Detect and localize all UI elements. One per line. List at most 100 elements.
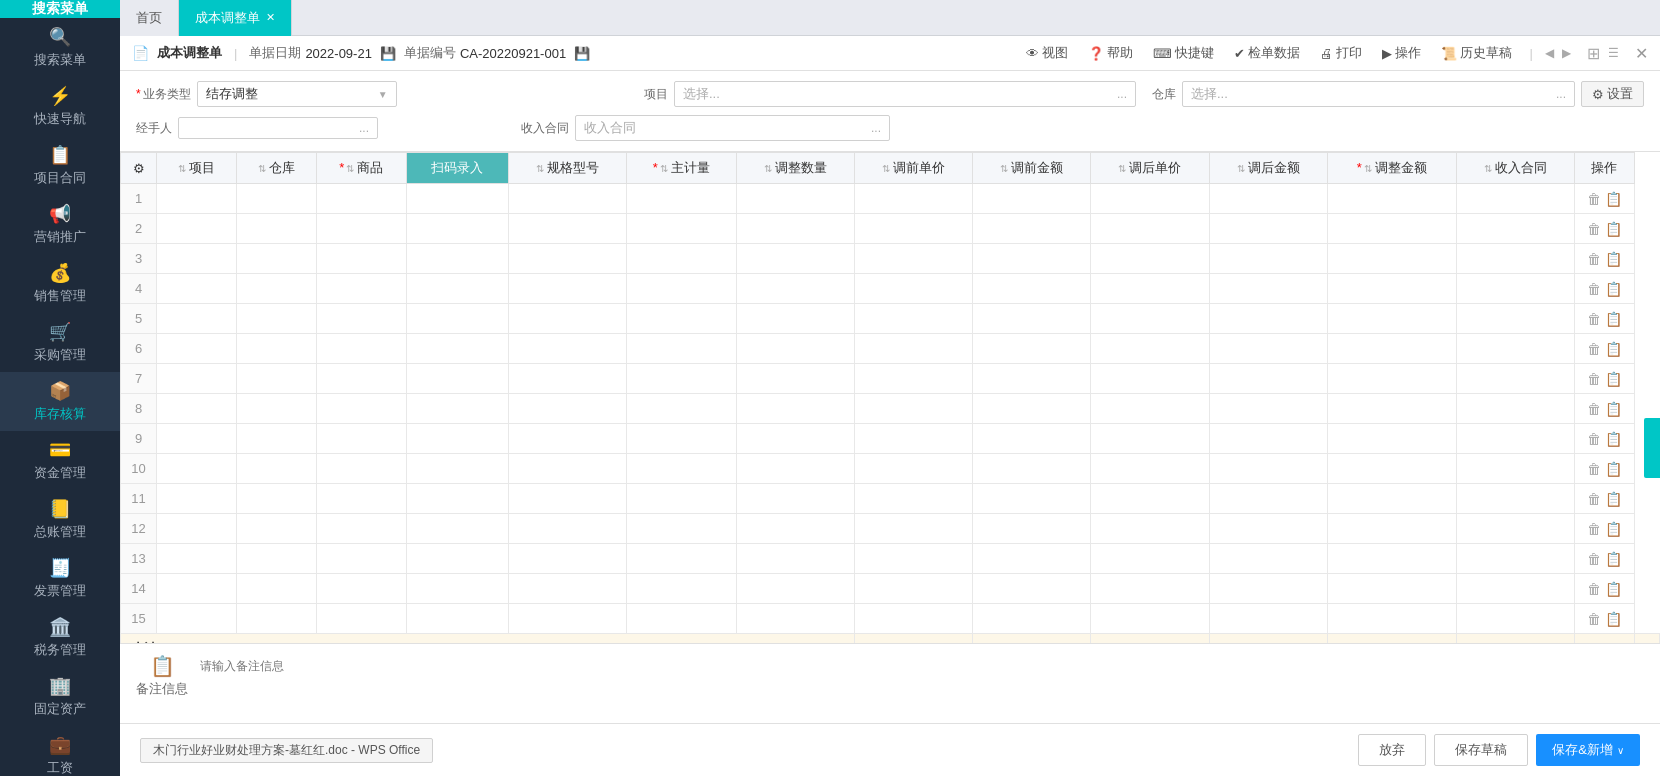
sidebar-item-project[interactable]: 📋 项目合同 <box>0 136 120 195</box>
settings-btn[interactable]: ⚙ 设置 <box>1581 81 1644 107</box>
cell-after-price[interactable] <box>1091 454 1209 484</box>
cell-adj-amount[interactable] <box>1327 334 1456 364</box>
cell-scan[interactable] <box>406 544 508 574</box>
cell-after-amount[interactable] <box>1209 364 1327 394</box>
cell-after-amount[interactable] <box>1209 184 1327 214</box>
sidebar-item-tax[interactable]: 🏛️ 税务管理 <box>0 608 120 667</box>
cell-after-amount[interactable] <box>1209 244 1327 274</box>
cell-scan[interactable] <box>406 454 508 484</box>
cell-income-contract[interactable] <box>1456 184 1574 214</box>
cell-prev-amount[interactable] <box>973 604 1091 634</box>
cell-adj-qty[interactable] <box>736 274 854 304</box>
cell-project[interactable] <box>157 604 237 634</box>
delete-icon[interactable]: 🗑 <box>1587 431 1601 447</box>
delete-icon[interactable]: 🗑 <box>1587 491 1601 507</box>
cell-income-contract[interactable] <box>1456 574 1574 604</box>
cell-adj-qty[interactable] <box>736 604 854 634</box>
list-view-btn[interactable]: ☰ <box>1608 46 1619 60</box>
cell-income-contract[interactable] <box>1456 334 1574 364</box>
cell-prev-price[interactable] <box>854 364 972 394</box>
table-row[interactable]: 11🗑📋 <box>121 484 1660 514</box>
cell-adj-amount[interactable] <box>1327 454 1456 484</box>
cell-unit[interactable] <box>627 454 736 484</box>
cell-income-contract[interactable] <box>1456 274 1574 304</box>
cell-after-amount[interactable] <box>1209 274 1327 304</box>
cell-prev-amount[interactable] <box>973 424 1091 454</box>
cell-scan[interactable] <box>406 394 508 424</box>
cell-spec[interactable] <box>508 394 626 424</box>
cell-prev-amount[interactable] <box>973 244 1091 274</box>
cell-after-price[interactable] <box>1091 334 1209 364</box>
cell-prev-price[interactable] <box>854 454 972 484</box>
copy-icon[interactable]: 📋 <box>1605 581 1622 597</box>
cell-prev-price[interactable] <box>854 184 972 214</box>
cell-product[interactable] <box>316 274 406 304</box>
sidebar-item-finance[interactable]: 💳 资金管理 <box>0 431 120 490</box>
cell-income-contract[interactable] <box>1456 424 1574 454</box>
cell-prev-price[interactable] <box>854 514 972 544</box>
cell-income-contract[interactable] <box>1456 484 1574 514</box>
cell-adj-amount[interactable] <box>1327 544 1456 574</box>
cell-product[interactable] <box>316 604 406 634</box>
cell-unit[interactable] <box>627 214 736 244</box>
table-row[interactable]: 2🗑📋 <box>121 214 1660 244</box>
help-btn[interactable]: ❓ 帮助 <box>1082 42 1139 64</box>
cell-warehouse[interactable] <box>236 544 316 574</box>
cell-after-price[interactable] <box>1091 574 1209 604</box>
cell-prev-price[interactable] <box>854 484 972 514</box>
delete-icon[interactable]: 🗑 <box>1587 191 1601 207</box>
table-row[interactable]: 4🗑📋 <box>121 274 1660 304</box>
cell-after-price[interactable] <box>1091 514 1209 544</box>
cell-warehouse[interactable] <box>236 394 316 424</box>
cell-product[interactable] <box>316 184 406 214</box>
delete-icon[interactable]: 🗑 <box>1587 281 1601 297</box>
tab-cost-adjust[interactable]: 成本调整单 ✕ <box>179 0 292 36</box>
taskbar-item[interactable]: 木门行业好业财处理方案-墓红红.doc - WPS Office <box>140 738 433 763</box>
cell-spec[interactable] <box>508 274 626 304</box>
cell-prev-amount[interactable] <box>973 394 1091 424</box>
cell-product[interactable] <box>316 214 406 244</box>
cell-income-contract[interactable] <box>1456 244 1574 274</box>
sidebar-logo[interactable]: 搜索菜单 <box>0 0 120 18</box>
cell-scan[interactable] <box>406 184 508 214</box>
delete-icon[interactable]: 🗑 <box>1587 251 1601 267</box>
cell-after-price[interactable] <box>1091 304 1209 334</box>
table-row[interactable]: 8🗑📋 <box>121 394 1660 424</box>
cell-spec[interactable] <box>508 424 626 454</box>
cell-income-contract[interactable] <box>1456 454 1574 484</box>
cell-unit[interactable] <box>627 244 736 274</box>
table-row[interactable]: 6🗑📋 <box>121 334 1660 364</box>
cell-unit[interactable] <box>627 364 736 394</box>
copy-icon[interactable]: 📋 <box>1605 431 1622 447</box>
table-row[interactable]: 5🗑📋 <box>121 304 1660 334</box>
cell-unit[interactable] <box>627 514 736 544</box>
cell-adj-qty[interactable] <box>736 214 854 244</box>
delete-icon[interactable]: 🗑 <box>1587 341 1601 357</box>
sidebar-item-marketing[interactable]: 📢 营销推广 <box>0 195 120 254</box>
cell-warehouse[interactable] <box>236 334 316 364</box>
cell-prev-price[interactable] <box>854 574 972 604</box>
tab-home[interactable]: 首页 <box>120 0 179 36</box>
cell-project[interactable] <box>157 244 237 274</box>
cell-project[interactable] <box>157 514 237 544</box>
cell-adj-qty[interactable] <box>736 544 854 574</box>
cell-adj-amount[interactable] <box>1327 274 1456 304</box>
table-row[interactable]: 10🗑📋 <box>121 454 1660 484</box>
cell-prev-amount[interactable] <box>973 334 1091 364</box>
cell-spec[interactable] <box>508 184 626 214</box>
save-draft-button[interactable]: 保存草稿 <box>1434 734 1528 766</box>
cell-adj-amount[interactable] <box>1327 604 1456 634</box>
nav-prev-btn[interactable]: ◀ <box>1545 46 1554 60</box>
cell-scan[interactable] <box>406 334 508 364</box>
copy-icon[interactable]: 📋 <box>1605 461 1622 477</box>
cell-adj-amount[interactable] <box>1327 514 1456 544</box>
print-btn[interactable]: 🖨 打印 <box>1314 42 1368 64</box>
table-row[interactable]: 3🗑📋 <box>121 244 1660 274</box>
cell-unit[interactable] <box>627 484 736 514</box>
cell-unit[interactable] <box>627 604 736 634</box>
copy-icon[interactable]: 📋 <box>1605 491 1622 507</box>
cell-scan[interactable] <box>406 304 508 334</box>
cell-unit[interactable] <box>627 424 736 454</box>
cell-prev-price[interactable] <box>854 244 972 274</box>
cell-scan[interactable] <box>406 484 508 514</box>
